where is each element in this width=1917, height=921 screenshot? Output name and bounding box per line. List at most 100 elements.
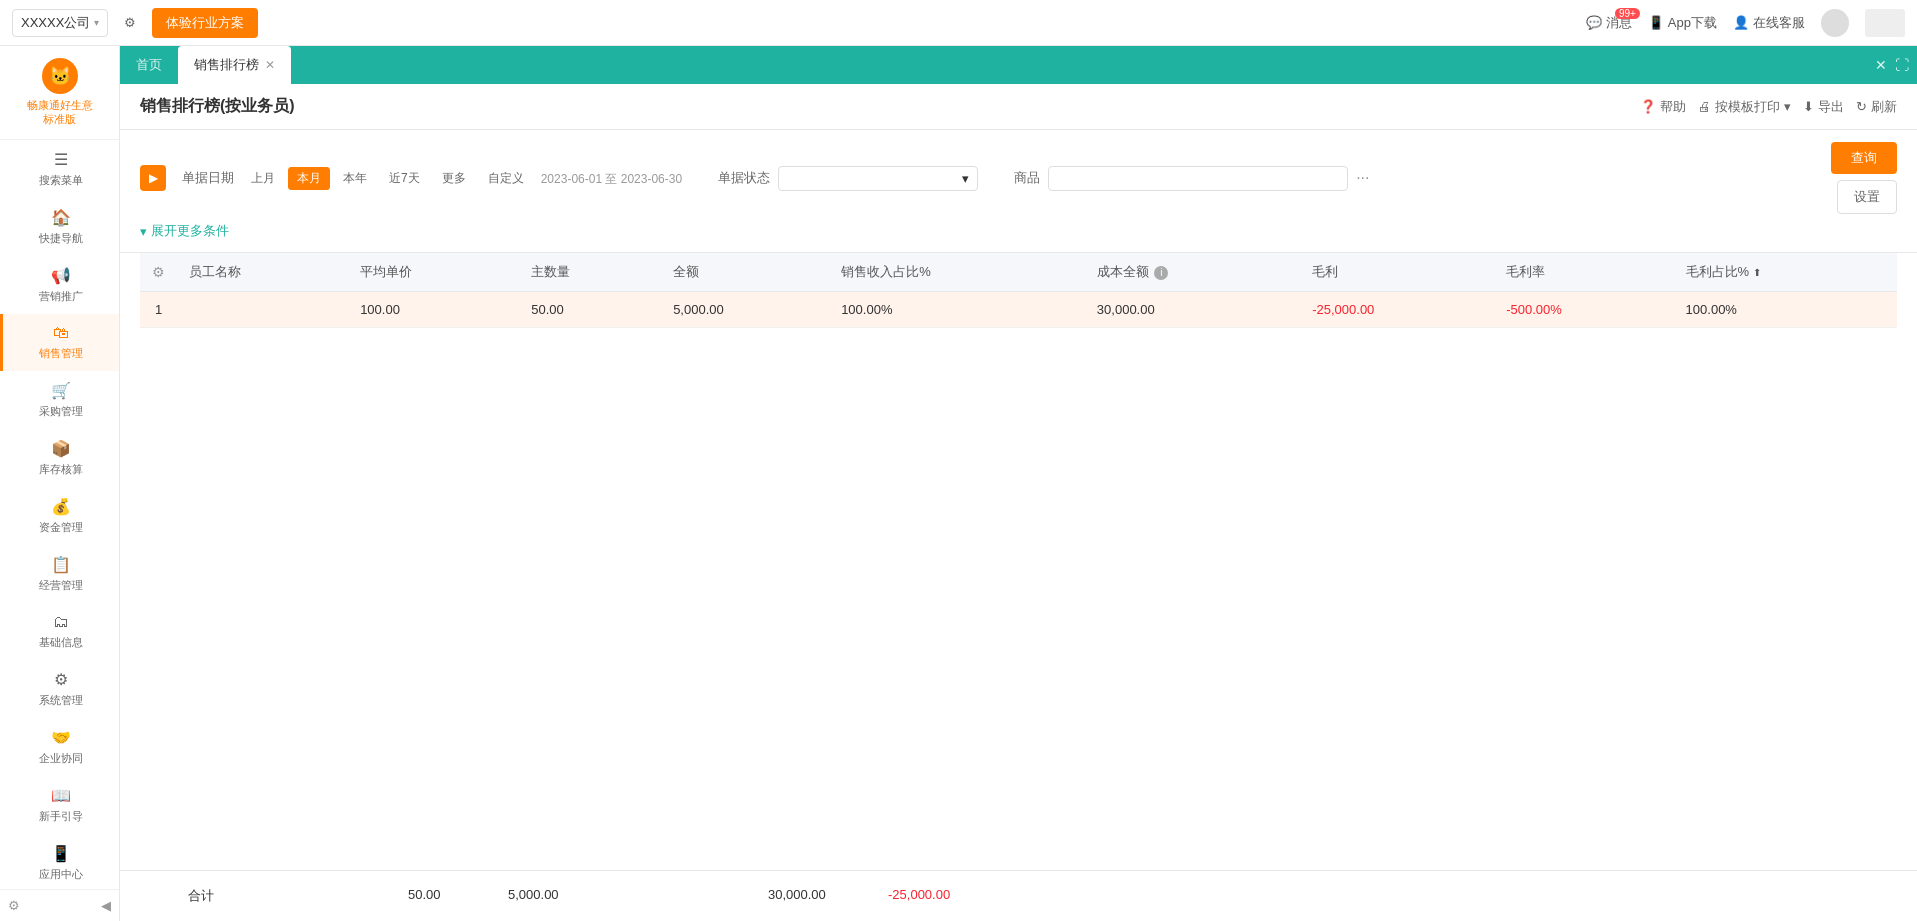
sidebar-item-basic-info[interactable]: 🗂 基础信息	[0, 603, 119, 660]
export-label: 导出	[1818, 98, 1844, 116]
sidebar-label-system: 系统管理	[39, 693, 83, 708]
trial-button[interactable]: 体验行业方案	[152, 8, 258, 38]
date-btn-this-month[interactable]: 本月	[288, 167, 330, 190]
sidebar-logo: 🐱 畅康通好生意 标准版	[0, 46, 119, 140]
sidebar-item-marketing[interactable]: 📢 营销推广	[0, 256, 119, 314]
maximize-icon[interactable]: ⛶	[1895, 57, 1909, 73]
col-settings-icon[interactable]: ⚙	[152, 264, 165, 280]
date-btn-custom[interactable]: 自定义	[479, 167, 533, 190]
sidebar-item-app-center[interactable]: 📱 应用中心	[0, 834, 119, 889]
close-window-icon[interactable]: ✕	[1875, 57, 1887, 73]
company-selector[interactable]: XXXXX公司 ▾	[12, 9, 108, 37]
sidebar-nav: ☰ 搜索菜单 🏠 快捷导航 📢 营销推广 🛍 销售管理 🛒 采购管理 📦 库存核…	[0, 140, 119, 889]
sidebar-label-quick-nav: 快捷导航	[39, 231, 83, 246]
sidebar-icon-basic-info: 🗂	[53, 613, 69, 631]
sidebar-item-system[interactable]: ⚙ 系统管理	[0, 660, 119, 718]
main-layout: 🐱 畅康通好生意 标准版 ☰ 搜索菜单 🏠 快捷导航 📢 营销推广 🛍 销售管理…	[0, 46, 1917, 921]
sidebar-label-finance: 资金管理	[39, 520, 83, 535]
logo-icon: 🐱	[42, 58, 78, 94]
settings-button[interactable]: 设置	[1837, 180, 1897, 214]
col-settings-header[interactable]: ⚙	[140, 253, 177, 292]
page-title: 销售排行榜(按业务员)	[140, 96, 295, 117]
filter-expand-arrow[interactable]: ▶	[140, 165, 166, 191]
company-name: XXXXX公司	[21, 14, 90, 32]
sidebar-item-inventory[interactable]: 📦 库存核算	[0, 429, 119, 487]
help-button[interactable]: ❓ 帮助	[1640, 98, 1686, 116]
sidebar-collapse-icon[interactable]: ◀	[101, 898, 111, 913]
tab-close-sales-rank[interactable]: ✕	[265, 59, 275, 71]
tab-sales-rank[interactable]: 销售排行榜 ✕	[178, 46, 291, 84]
goods-more-icon[interactable]: ···	[1356, 169, 1369, 187]
sidebar-item-enterprise[interactable]: 🤝 企业协同	[0, 718, 119, 776]
sidebar-label-enterprise: 企业协同	[39, 751, 83, 766]
sidebar-item-sales[interactable]: 🛍 销售管理	[0, 314, 119, 371]
col-cost-total-header: 成本全额 i	[1085, 253, 1300, 292]
col-gross-rate-header: 毛利率	[1494, 253, 1673, 292]
app-download-item[interactable]: 📱 App下载	[1648, 14, 1717, 32]
data-table: ⚙ 员工名称 平均单价 主数量 全额 销售收入占比% 成本全额 i 毛利	[140, 253, 1897, 328]
sidebar-item-guide[interactable]: 📖 新手引导	[0, 776, 119, 834]
footer-quantity: 50.00	[396, 881, 496, 911]
tab-home[interactable]: 首页	[120, 46, 178, 84]
footer-gross: -25,000.00	[876, 881, 962, 911]
filter-area: ▶ 单据日期 上月 本月 本年 近7天 更多 自定义	[120, 130, 1917, 253]
sidebar-label-app-center: 应用中心	[39, 867, 83, 882]
refresh-button[interactable]: ↻ 刷新	[1856, 98, 1897, 116]
logo-text: 畅康通好生意 标准版	[27, 98, 93, 127]
cell-avg-price-0: 100.00	[348, 292, 519, 328]
sidebar-item-finance[interactable]: 💰 资金管理	[0, 487, 119, 545]
status-select[interactable]: ▾	[778, 166, 978, 191]
top-header: XXXXX公司 ▾ ⚙ 体验行业方案 💬 消息 99+ 📱 App下载 👤 在线…	[0, 0, 1917, 46]
footer-settings-cell	[140, 881, 176, 911]
query-button[interactable]: 查询	[1831, 142, 1897, 174]
sidebar-icon-sales: 🛍	[53, 324, 69, 342]
tab-label-sales-rank: 销售排行榜	[194, 56, 259, 74]
goods-input[interactable]	[1048, 166, 1348, 191]
sidebar-item-purchase[interactable]: 🛒 采购管理	[0, 371, 119, 429]
date-btn-last-month[interactable]: 上月	[242, 167, 284, 190]
sidebar-label-sales: 销售管理	[39, 346, 83, 361]
message-item[interactable]: 💬 消息 99+	[1586, 14, 1632, 32]
col-total-header: 全额	[661, 253, 829, 292]
sidebar-item-operations[interactable]: 📋 经营管理	[0, 545, 119, 603]
avatar[interactable]	[1821, 9, 1849, 37]
online-service-label: 在线客服	[1753, 14, 1805, 32]
date-btn-more[interactable]: 更多	[433, 167, 475, 190]
template-print-button[interactable]: 🖨 按模板打印 ▾	[1698, 98, 1791, 116]
print-icon: 🖨	[1698, 99, 1711, 114]
status-chevron-icon: ▾	[962, 171, 969, 186]
export-button[interactable]: ⬇ 导出	[1803, 98, 1844, 116]
template-print-label: 按模板打印	[1715, 98, 1780, 116]
goods-filter-label: 商品	[1014, 169, 1040, 187]
sidebar-label-inventory: 库存核算	[39, 462, 83, 477]
sidebar-icon-app-center: 📱	[51, 844, 71, 863]
sidebar-label-guide: 新手引导	[39, 809, 83, 824]
goods-filter: 商品 ···	[1014, 166, 1369, 191]
sidebar-item-quick-nav[interactable]: 🏠 快捷导航	[0, 198, 119, 256]
footer-label: 合计	[176, 881, 296, 911]
page-actions: ❓ 帮助 🖨 按模板打印 ▾ ⬇ 导出 ↻ 刷新	[1640, 98, 1897, 116]
company-chevron-icon: ▾	[94, 17, 99, 28]
date-btn-7days[interactable]: 近7天	[380, 167, 429, 190]
page-header: 销售排行榜(按业务员) ❓ 帮助 🖨 按模板打印 ▾ ⬇ 导出	[120, 84, 1917, 130]
print-chevron-icon: ▾	[1784, 99, 1791, 114]
app-download-icon: 📱	[1648, 15, 1664, 30]
sidebar-settings-icon[interactable]: ⚙	[8, 898, 20, 913]
col-sales-pct-header: 销售收入占比%	[829, 253, 1085, 292]
page-area: 销售排行榜(按业务员) ❓ 帮助 🖨 按模板打印 ▾ ⬇ 导出	[120, 84, 1917, 921]
expand-arrow-icon: ▶	[149, 171, 158, 185]
expand-more-btn[interactable]: ▾ 展开更多条件	[140, 222, 1897, 240]
sidebar-icon-search: ☰	[54, 150, 68, 169]
sort-icon[interactable]: ⬆	[1753, 267, 1761, 278]
table-row: 1 100.00 50.00 5,000.00 100.00% 30,000.0…	[140, 292, 1897, 328]
online-service-item[interactable]: 👤 在线客服	[1733, 14, 1805, 32]
col-name-header: 员工名称	[177, 253, 348, 292]
settings-icon[interactable]: ⚙	[116, 9, 144, 37]
col-gross-header: 毛利	[1300, 253, 1494, 292]
main-content: 首页销售排行榜 ✕ ✕ ⛶ 销售排行榜(按业务员) ❓ 帮助 🖨 按模板打印	[120, 46, 1917, 921]
table-footer: 合计 50.00 5,000.00 30,000.00 -25,000.00	[120, 870, 1917, 921]
date-btn-this-year[interactable]: 本年	[334, 167, 376, 190]
sidebar-item-search[interactable]: ☰ 搜索菜单	[0, 140, 119, 198]
col-avg-price-header: 平均单价	[348, 253, 519, 292]
cost-total-info-icon[interactable]: i	[1154, 266, 1168, 280]
